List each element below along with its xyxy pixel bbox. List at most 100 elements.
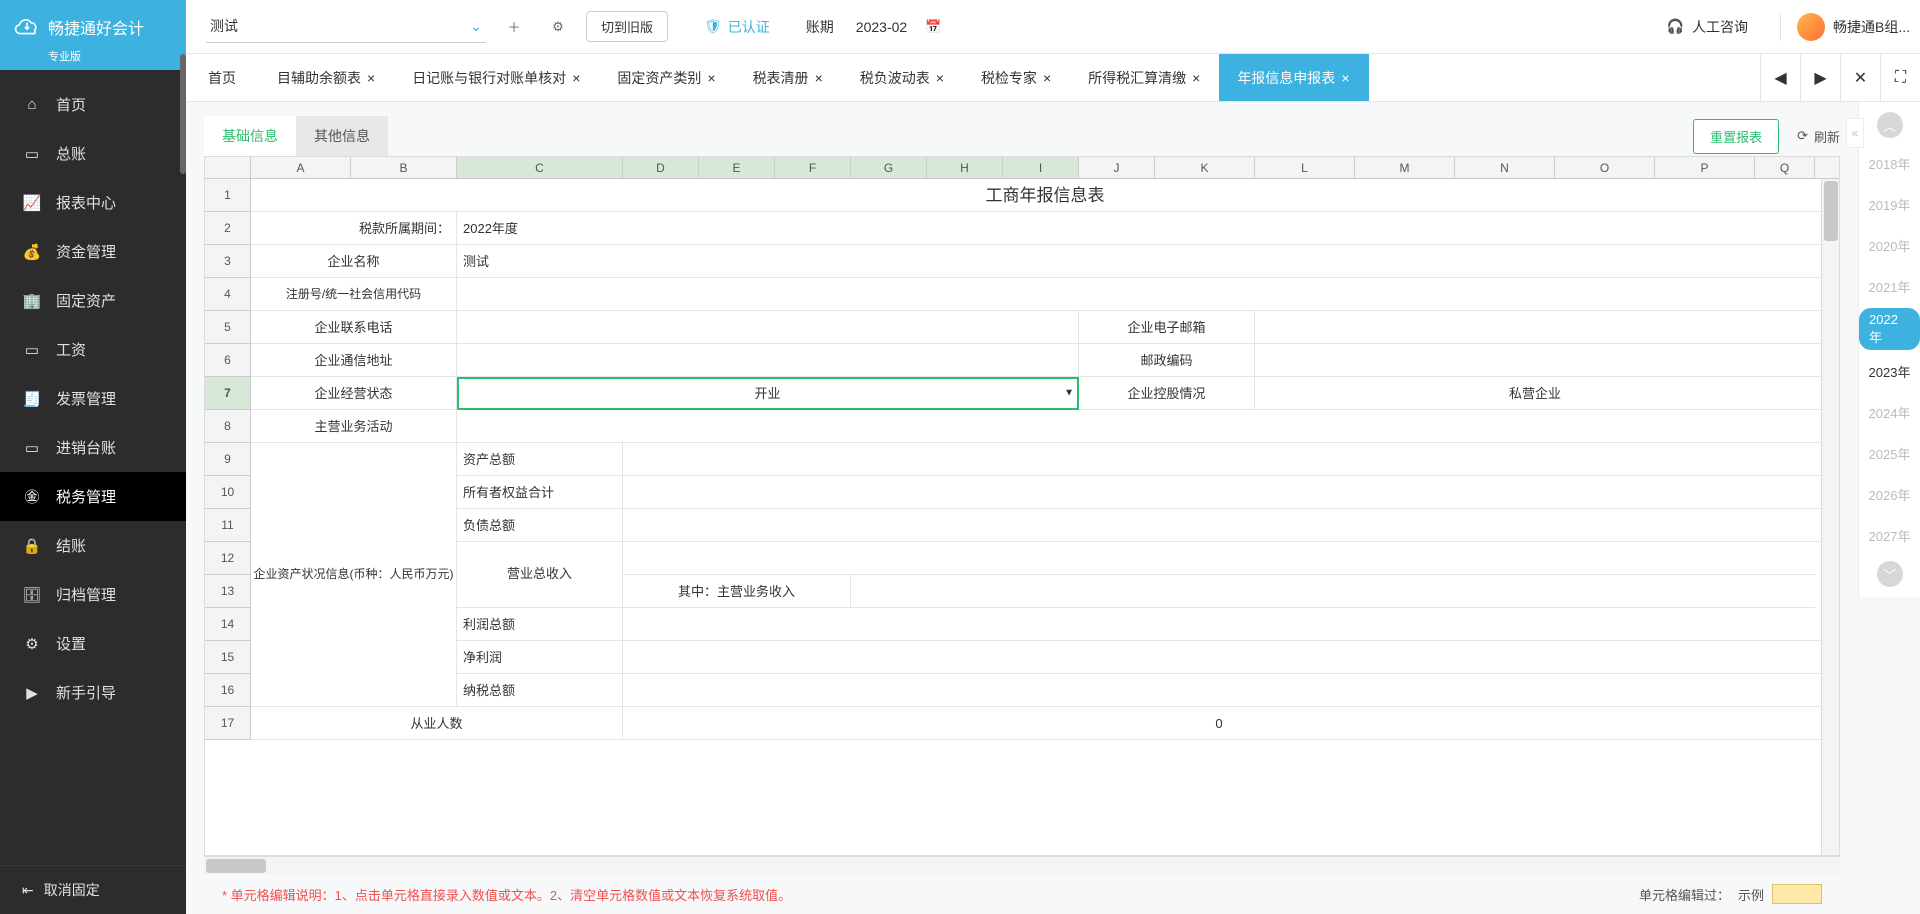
col-header-D[interactable]: D <box>623 157 699 178</box>
tab-home[interactable]: 首页 <box>186 54 259 101</box>
tabs-prev[interactable]: ◀ <box>1760 54 1800 101</box>
cell[interactable]: 注册号/统一社会信用代码 <box>251 278 457 310</box>
tab-4[interactable]: 税表清册× <box>735 54 842 101</box>
tab-2[interactable]: 日记账与银行对账单核对× <box>394 54 599 101</box>
year-item[interactable]: 2026年 <box>1869 475 1911 514</box>
tabs-next[interactable]: ▶ <box>1800 54 1840 101</box>
cell[interactable] <box>1255 344 1815 376</box>
logo-area[interactable]: 畅捷通好会计 <box>0 0 186 54</box>
col-header-E[interactable]: E <box>699 157 775 178</box>
cell[interactable]: 2022年度 <box>457 212 1815 244</box>
tab-8[interactable]: 年报信息申报表× <box>1219 54 1368 101</box>
col-header-Q[interactable]: Q <box>1755 157 1815 178</box>
sidebar-unpin[interactable]: ⇤ 取消固定 <box>0 865 186 914</box>
close-icon[interactable]: × <box>1341 70 1349 86</box>
tab-6[interactable]: 税检专家× <box>963 54 1070 101</box>
close-icon[interactable]: × <box>572 70 580 86</box>
nav-guide[interactable]: ▶新手引导 <box>0 668 186 717</box>
vertical-scrollbar[interactable] <box>1821 179 1839 855</box>
cell[interactable] <box>623 509 1815 541</box>
settings-button[interactable]: ⚙ <box>542 11 574 43</box>
cell[interactable]: 企业电子邮箱 <box>1079 311 1255 343</box>
row-header-3[interactable]: 3 <box>205 245 250 278</box>
cell[interactable]: 负债总额 <box>457 509 623 541</box>
row-header-11[interactable]: 11 <box>205 509 250 542</box>
reset-button[interactable]: 重置报表 <box>1693 119 1779 154</box>
cell[interactable]: 0 <box>623 707 1815 739</box>
cell[interactable] <box>623 608 1815 640</box>
cell[interactable]: 企业控股情况 <box>1079 377 1255 409</box>
year-item[interactable]: 2025年 <box>1869 434 1911 473</box>
company-select[interactable]: 测试 ⌄ <box>206 10 486 43</box>
user-menu[interactable]: 畅捷通B组... <box>1780 13 1910 41</box>
row-header-1[interactable]: 1 <box>205 179 250 212</box>
sub-tab-basic[interactable]: 基础信息 <box>204 116 296 156</box>
year-item[interactable]: 2027年 <box>1869 516 1911 555</box>
tab-1[interactable]: 目辅助余额表× <box>259 54 394 101</box>
year-up[interactable]: ︿ <box>1877 112 1903 138</box>
row-header-2[interactable]: 2 <box>205 212 250 245</box>
scrollbar-thumb[interactable] <box>206 859 266 873</box>
nav-archive[interactable]: 🗄归档管理 <box>0 570 186 619</box>
refresh-button[interactable]: ⟳ 刷新 <box>1797 127 1840 146</box>
close-icon[interactable]: × <box>815 70 823 86</box>
row-header-16[interactable]: 16 <box>205 674 250 707</box>
year-item[interactable]: 2018年 <box>1869 144 1911 183</box>
cell[interactable]: 邮政编码 <box>1079 344 1255 376</box>
nav-salary[interactable]: ▭工资 <box>0 325 186 374</box>
col-header-A[interactable]: A <box>251 157 351 178</box>
cells-area[interactable]: 工商年报信息表税款所属期间：2022年度企业名称测试注册号/统一社会信用代码企业… <box>251 179 1839 855</box>
select-all-corner[interactable] <box>205 157 251 179</box>
col-header-M[interactable]: M <box>1355 157 1455 178</box>
cell[interactable] <box>457 311 1079 343</box>
nav-assets[interactable]: 🏢固定资产 <box>0 276 186 325</box>
cell[interactable]: 资产总额 <box>457 443 623 475</box>
year-item[interactable]: 2024年 <box>1869 393 1911 432</box>
col-header-B[interactable]: B <box>351 157 457 178</box>
cell[interactable]: 私营企业 <box>1255 377 1815 409</box>
close-icon[interactable]: × <box>707 70 715 86</box>
row-header-12[interactable]: 12 <box>205 542 250 575</box>
cell[interactable] <box>457 410 1815 442</box>
cell[interactable]: 营业总收入 <box>457 542 623 608</box>
period-value[interactable]: 2023-02 <box>856 19 907 35</box>
year-down[interactable]: ﹀ <box>1877 561 1903 587</box>
cell[interactable]: 所有者权益合计 <box>457 476 623 508</box>
col-header-H[interactable]: H <box>927 157 1003 178</box>
col-header-O[interactable]: O <box>1555 157 1655 178</box>
asset-group-label[interactable]: 企业资产状况信息(币种：人民币万元) <box>251 443 457 707</box>
cell[interactable]: 税款所属期间： <box>251 212 457 244</box>
spreadsheet[interactable]: ABCDEFGHIJKLMNOPQ 1234567891011121314151… <box>204 156 1840 856</box>
cell[interactable]: 主营业务活动 <box>251 410 457 442</box>
col-header-F[interactable]: F <box>775 157 851 178</box>
row-header-5[interactable]: 5 <box>205 311 250 344</box>
add-button[interactable]: ＋ <box>498 11 530 43</box>
cell[interactable] <box>457 278 1815 310</box>
year-item[interactable]: 2022年 <box>1859 308 1920 350</box>
cell[interactable] <box>457 344 1079 376</box>
cell[interactable]: 企业通信地址 <box>251 344 457 376</box>
nav-reports[interactable]: 📈报表中心 <box>0 178 186 227</box>
nav-closing[interactable]: 🔒结账 <box>0 521 186 570</box>
col-header-N[interactable]: N <box>1455 157 1555 178</box>
row-header-9[interactable]: 9 <box>205 443 250 476</box>
cell[interactable]: 利润总额 <box>457 608 623 640</box>
scrollbar-thumb[interactable] <box>1824 181 1838 241</box>
status-dropdown[interactable]: 开业▼ <box>457 377 1079 409</box>
nav-invoice[interactable]: 🧾发票管理 <box>0 374 186 423</box>
nav-home[interactable]: ⌂首页 <box>0 80 186 129</box>
cell[interactable]: 企业联系电话 <box>251 311 457 343</box>
cell[interactable] <box>1255 311 1815 343</box>
year-item[interactable]: 2023年 <box>1869 352 1911 391</box>
fullscreen-button[interactable]: ⛶ <box>1880 54 1920 101</box>
close-icon[interactable]: × <box>1192 70 1200 86</box>
row-header-4[interactable]: 4 <box>205 278 250 311</box>
row-header-17[interactable]: 17 <box>205 707 250 740</box>
cell[interactable]: 纳税总额 <box>457 674 623 706</box>
nav-settings[interactable]: ⚙设置 <box>0 619 186 668</box>
col-header-G[interactable]: G <box>851 157 927 178</box>
nav-funds[interactable]: 💰资金管理 <box>0 227 186 276</box>
nav-inventory[interactable]: ▭进销台账 <box>0 423 186 472</box>
col-header-J[interactable]: J <box>1079 157 1155 178</box>
tab-7[interactable]: 所得税汇算清缴× <box>1070 54 1219 101</box>
